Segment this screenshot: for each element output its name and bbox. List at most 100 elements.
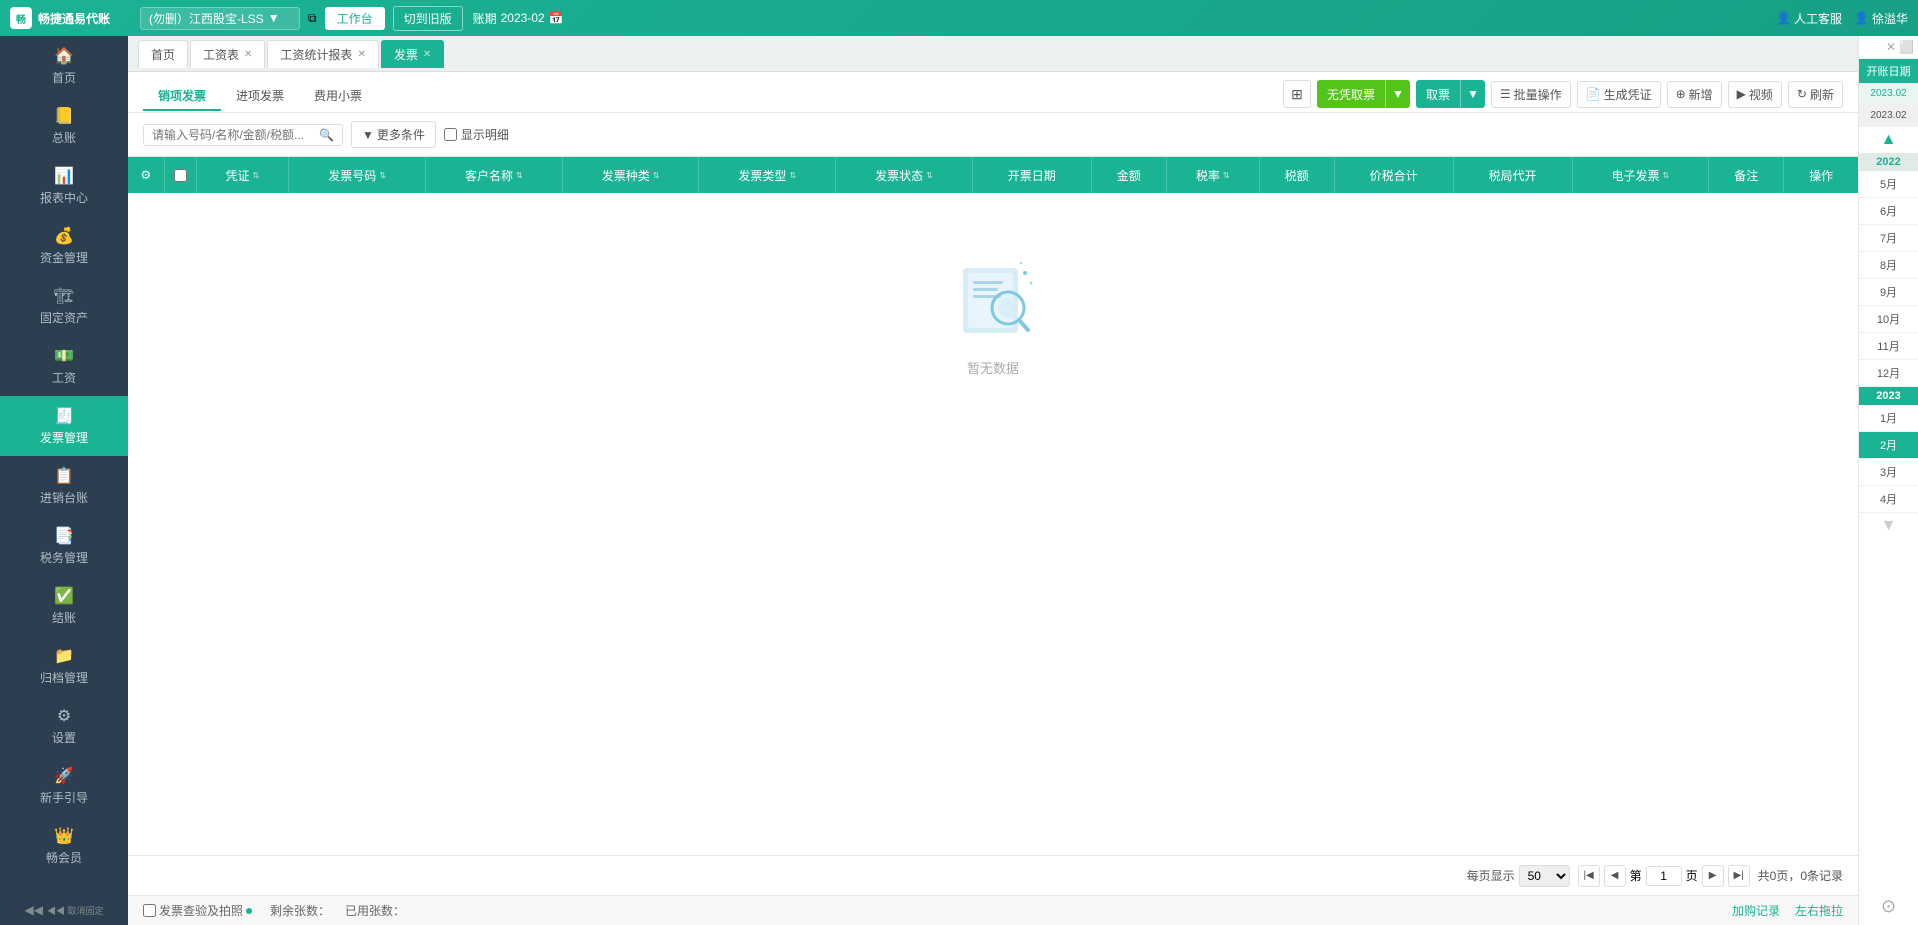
last-page-button[interactable]: ▶| [1728,865,1750,887]
sidebar-item-member[interactable]: 👑 畅会员 [0,816,128,876]
col-e-invoice[interactable]: 电子发票 ⇅ [1572,157,1709,193]
col-invoice-no-sort[interactable]: ⇅ [379,171,386,180]
month-2023-01[interactable]: 1月 [1859,405,1918,432]
month-2022-09[interactable]: 9月 [1859,279,1918,306]
col-invoice-category[interactable]: 发票类型 ⇅ [699,157,836,193]
col-voucher[interactable]: 凭证 ⇅ [196,157,289,193]
panel-expand-icon[interactable]: ⬜ [1899,40,1914,54]
take-ticket-arrow-icon[interactable]: ▼ [1460,80,1485,108]
col-checkbox[interactable] [164,157,196,193]
sidebar-item-home[interactable]: 🏠 首页 [0,36,128,96]
switch-version-button[interactable]: 切到旧版 [393,6,463,31]
tab-home[interactable]: 首页 [138,40,188,68]
sidebar-item-ledger[interactable]: 📒 总账 [0,96,128,156]
month-2022-11[interactable]: 11月 [1859,333,1918,360]
sidebar-item-settings[interactable]: ⚙ 设置 [0,696,128,756]
sidebar-label-tax: 税务管理 [40,549,88,566]
sidebar-item-sales[interactable]: 📋 进销台账 [0,456,128,516]
sidebar-item-settle[interactable]: ✅ 结账 [0,576,128,636]
workspace-button[interactable]: 工作台 [325,7,385,30]
batch-op-button[interactable]: ☰ 批量操作 [1491,81,1571,108]
copy-icon[interactable]: ⧉ [308,11,317,26]
select-all-checkbox[interactable] [174,169,187,182]
col-tax-rate[interactable]: 税率 ⇅ [1166,157,1259,193]
no-voucher-arrow-icon[interactable]: ▼ [1385,80,1410,108]
tab-salary-stats-close[interactable]: ✕ [357,49,365,60]
month-2022-10[interactable]: 10月 [1859,306,1918,333]
col-invoice-no[interactable]: 发票号码 ⇅ [289,157,426,193]
col-invoice-type-sort[interactable]: ⇅ [653,171,660,180]
sidebar-item-reports[interactable]: 📊 报表中心 [0,156,128,216]
invoice-check-checkbox[interactable] [143,904,156,917]
page-number-input[interactable] [1646,866,1682,886]
month-2023-04[interactable]: 4月 [1859,486,1918,513]
period-edit-icon[interactable]: 📅 [549,11,564,25]
display-detail-checkbox[interactable]: 显示明细 [444,126,509,143]
month-2022-07[interactable]: 7月 [1859,225,1918,252]
search-input[interactable] [152,128,315,142]
total-records: 共0页，0条记录 [1758,867,1843,884]
month-2023-02[interactable]: 2月 [1859,432,1918,459]
search-box[interactable]: 🔍 [143,124,343,146]
sidebar-item-salary[interactable]: 💵 工资 [0,336,128,396]
sidebar-item-capital[interactable]: 💰 资金管理 [0,216,128,276]
prev-page-button[interactable]: ◀ [1604,865,1626,887]
col-customer[interactable]: 客户名称 ⇅ [426,157,563,193]
grid-view-icon[interactable]: ⊞ [1283,80,1311,108]
col-invoice-status-sort[interactable]: ⇅ [926,171,933,180]
new-button[interactable]: ⊕ 新增 [1667,81,1722,108]
per-page-dropdown[interactable]: 50 100 200 [1519,865,1570,887]
sidebar-item-tax[interactable]: 📑 税务管理 [0,516,128,576]
tab-salary-table[interactable]: 工资表 ✕ [190,40,265,68]
sidebar-item-assets[interactable]: 🏗 固定资产 [0,276,128,336]
col-voucher-sort[interactable]: ⇅ [253,171,260,180]
col-invoice-type[interactable]: 发票种类 ⇅ [562,157,699,193]
company-selector[interactable]: (勿删）江西股宝-LSS ▼ [140,7,300,30]
col-e-invoice-sort[interactable]: ⇅ [1663,171,1670,180]
month-2023-03[interactable]: 3月 [1859,459,1918,486]
video-button[interactable]: ▶ 视频 [1728,81,1782,108]
refresh-button[interactable]: ↻ 刷新 [1788,81,1843,108]
customer-service-item[interactable]: 👤 人工客服 [1776,10,1842,27]
left-right-drag-link[interactable]: 左右拖拉 [1795,902,1843,919]
tab-invoice[interactable]: 发票 ✕ [381,40,444,68]
sales-icon: 📋 [54,466,74,486]
next-page-button[interactable]: ▶ [1702,865,1724,887]
no-voucher-button[interactable]: 无凭取票 ▼ [1317,80,1410,108]
sub-tab-purchase-invoice[interactable]: 进项发票 [221,82,299,111]
year-nav-down[interactable]: ▼ [1859,513,1918,539]
sidebar-item-invoice[interactable]: 🧾 发票管理 [0,396,128,456]
display-detail-check[interactable] [444,128,457,141]
panel-close-icon[interactable]: ✕ [1886,40,1896,54]
month-2022-06[interactable]: 6月 [1859,198,1918,225]
col-invoice-category-sort[interactable]: ⇅ [789,171,796,180]
month-2022-12[interactable]: 12月 [1859,360,1918,387]
year-nav-up[interactable]: ▲ [1859,127,1918,153]
join-purchase-link[interactable]: 加购记录 [1732,902,1780,919]
tab-home-label: 首页 [151,46,175,63]
user-profile-item[interactable]: 👤 徐溢华 [1854,10,1908,27]
date-2023-02-item[interactable]: 2023.02 [1859,105,1918,127]
col-invoice-status[interactable]: 发票状态 ⇅ [836,157,973,193]
take-ticket-button[interactable]: 取票 ▼ [1416,80,1485,108]
tab-invoice-close[interactable]: ✕ [423,49,431,60]
sub-tab-expense[interactable]: 费用小票 [299,82,377,111]
month-2022-05[interactable]: 5月 [1859,171,1918,198]
tab-salary-table-close[interactable]: ✕ [244,49,252,60]
more-filter-button[interactable]: ▼ 更多条件 [351,121,436,148]
tab-salary-stats[interactable]: 工资统计报表 ✕ [267,40,378,68]
open-period-header[interactable]: 开账日期 [1859,59,1918,83]
month-2022-08[interactable]: 8月 [1859,252,1918,279]
page-label: 第 [1630,867,1642,884]
sub-tab-sales-invoice[interactable]: 销项发票 [143,82,221,111]
sidebar-item-archive[interactable]: 📁 归档管理 [0,636,128,696]
col-settings[interactable]: ⚙ [128,157,164,193]
sidebar-item-guide[interactable]: 🚀 新手引导 [0,756,128,816]
search-icon[interactable]: 🔍 [319,128,334,142]
gen-voucher-button[interactable]: 📄 生成凭证 [1577,81,1661,108]
first-page-button[interactable]: |◀ [1578,865,1600,887]
panel-scroll-down[interactable]: ⊙ [1859,888,1918,925]
col-tax-rate-sort[interactable]: ⇅ [1223,171,1230,180]
col-customer-sort[interactable]: ⇅ [516,171,523,180]
sidebar-collapse-button[interactable]: ◀◀ ◀◀ 取消固定 [0,895,128,925]
